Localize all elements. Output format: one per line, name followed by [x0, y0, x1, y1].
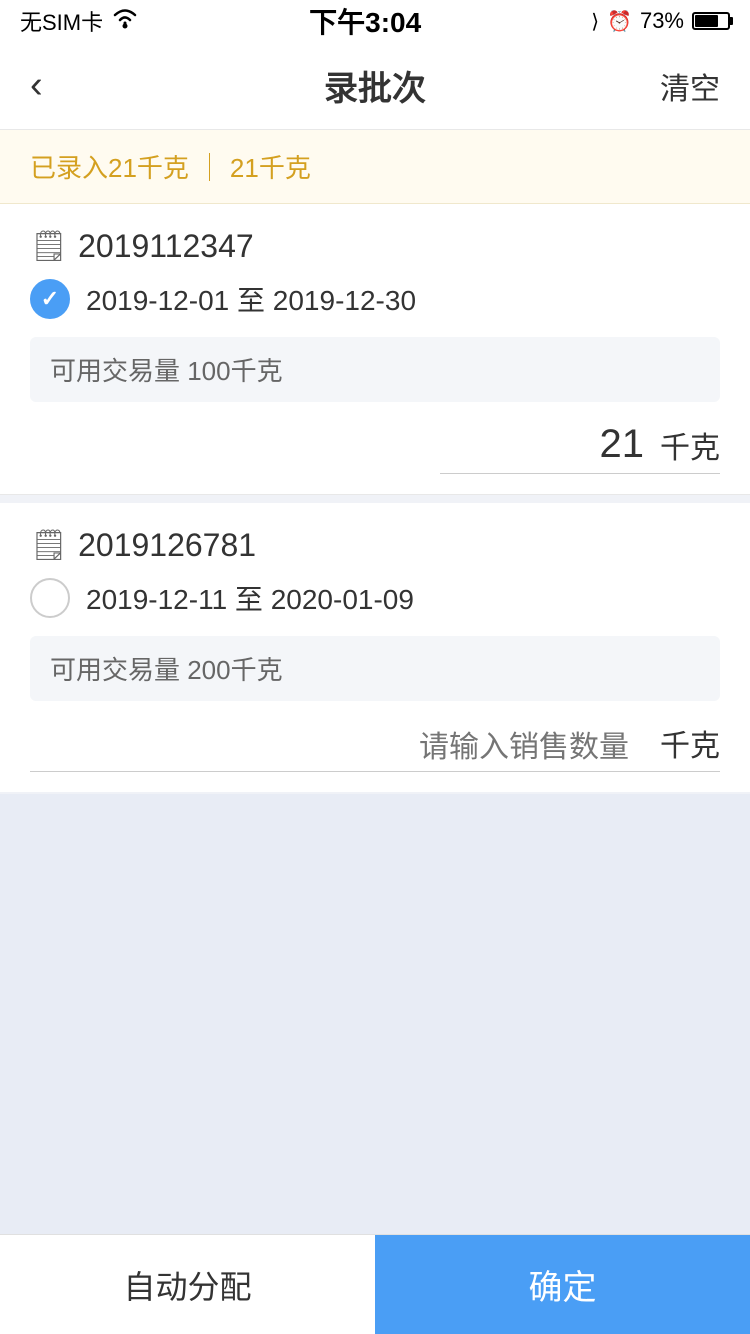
info-banner: 已录入21千克 21千克 — [0, 130, 750, 204]
wifi-icon — [111, 7, 139, 35]
available-2: 可用交易量 200千克 — [30, 636, 720, 701]
input-unit-2: 千克 — [660, 721, 720, 765]
bottom-bar: 自动分配 确定 — [0, 1234, 750, 1334]
date-range-1: 2019-12-01 至 2019-12-30 — [86, 279, 416, 319]
quantity-input-2[interactable] — [30, 731, 644, 765]
nav-bar: ‹ 录批次 清空 — [0, 42, 750, 130]
banner-divider — [209, 153, 210, 181]
card2-inner: 🗒 2019126781 2019-12-11 至 2020-01-09 可用交… — [0, 503, 750, 701]
batch-number-1: 2019112347 — [78, 228, 254, 265]
recorded-amount: 已录入21千克 — [30, 148, 189, 185]
battery-fill — [695, 15, 718, 27]
batch-card-1: 🗒 2019112347 2019-12-01 至 2019-12-30 可用交… — [0, 204, 750, 495]
clear-button[interactable]: 清空 — [660, 64, 720, 108]
card2-header: 🗒 2019126781 — [30, 527, 720, 564]
doc-icon-1: 🗒 — [30, 229, 68, 264]
back-button[interactable]: ‹ — [30, 64, 90, 107]
card2-date-row[interactable]: 2019-12-11 至 2020-01-09 — [30, 578, 720, 618]
status-bar: 无SIM卡 下午3:04 ⟩ ⏰ 73% — [0, 0, 750, 42]
status-right: ⟩ ⏰ 73% — [591, 8, 730, 34]
page-content: 已录入21千克 21千克 🗒 2019112347 2019-12-01 至 2… — [0, 130, 750, 1334]
empty-area — [0, 794, 750, 1234]
input-row-2[interactable]: 千克 — [0, 701, 750, 792]
available-1: 可用交易量 100千克 — [30, 337, 720, 402]
battery-percent: 73% — [640, 8, 684, 34]
amount-row-1: 21 千克 — [0, 402, 750, 495]
time-display: 下午3:04 — [309, 1, 421, 41]
card1-header: 🗒 2019112347 — [30, 228, 720, 265]
radio-2[interactable] — [30, 578, 70, 618]
amount-value-1: 21 — [600, 422, 645, 467]
doc-icon-2: 🗒 — [30, 528, 68, 563]
status-left: 无SIM卡 — [20, 5, 139, 37]
radio-1[interactable] — [30, 279, 70, 319]
total-amount: 21千克 — [230, 148, 311, 185]
batch-number-2: 2019126781 — [78, 527, 256, 564]
battery-bar — [692, 12, 730, 30]
amount-unit-1: 千克 — [660, 423, 720, 467]
batch-card-2: 🗒 2019126781 2019-12-11 至 2020-01-09 可用交… — [0, 503, 750, 792]
auto-distribute-button[interactable]: 自动分配 — [0, 1235, 375, 1334]
card1-date-row[interactable]: 2019-12-01 至 2019-12-30 — [30, 279, 720, 319]
carrier-text: 无SIM卡 — [20, 5, 103, 37]
page-title: 录批次 — [324, 61, 426, 110]
card1-inner: 🗒 2019112347 2019-12-01 至 2019-12-30 可用交… — [0, 204, 750, 402]
confirm-button[interactable]: 确定 — [375, 1235, 750, 1334]
alarm-icon: ⏰ — [607, 9, 632, 34]
location-icon: ⟩ — [591, 9, 599, 34]
date-range-2: 2019-12-11 至 2020-01-09 — [86, 578, 414, 618]
